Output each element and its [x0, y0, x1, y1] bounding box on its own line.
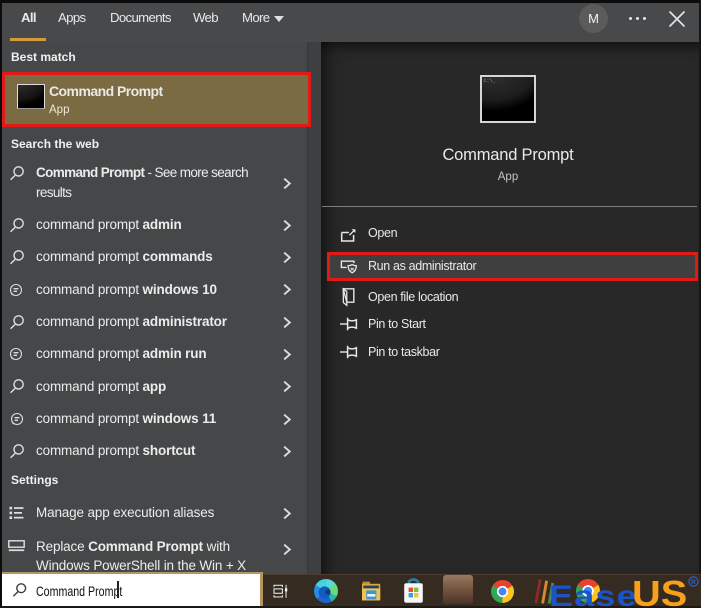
svg-text:R: R: [691, 579, 696, 586]
